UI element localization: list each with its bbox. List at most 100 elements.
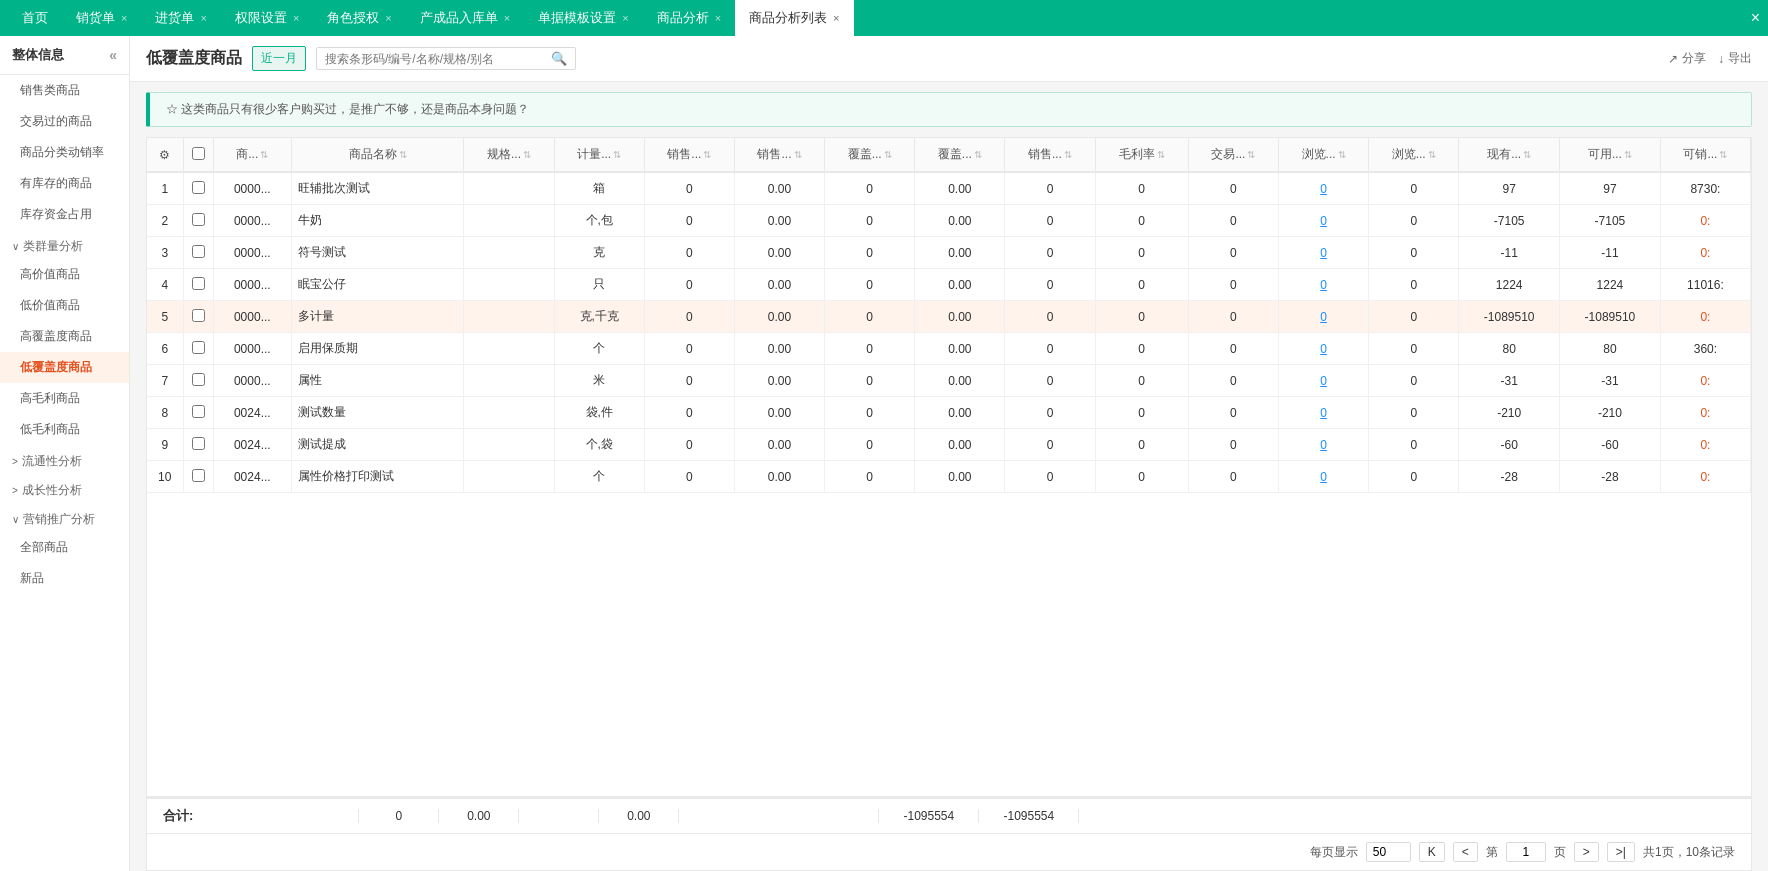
- col-sellable[interactable]: 可销...⇅: [1660, 138, 1750, 172]
- nav-tab-purchase[interactable]: 进货单 ×: [141, 0, 220, 36]
- cell-sale2: 0.00: [734, 397, 824, 429]
- cell-browse2: 0: [1369, 269, 1459, 301]
- cell-sellable: 0:: [1660, 365, 1750, 397]
- search-input[interactable]: [325, 52, 551, 66]
- last-page-btn[interactable]: >|: [1607, 842, 1635, 862]
- sidebar-group-marketing[interactable]: ∨ 营销推广分析: [0, 503, 129, 532]
- sidebar-item-traded-goods[interactable]: 交易过的商品: [0, 106, 129, 137]
- sidebar-item-high-margin[interactable]: 高毛利商品: [0, 383, 129, 414]
- sidebar-item-in-stock[interactable]: 有库存的商品: [0, 168, 129, 199]
- nav-tab-production[interactable]: 产成品入库单 ×: [406, 0, 524, 36]
- cell-no: 5: [147, 301, 183, 333]
- cell-browse1[interactable]: 0: [1278, 237, 1368, 269]
- row-checkbox[interactable]: [192, 437, 205, 450]
- nav-tab-purchase-close[interactable]: ×: [200, 12, 206, 24]
- cell-sale1: 0: [644, 333, 734, 365]
- sidebar-item-high-coverage[interactable]: 高覆盖度商品: [0, 321, 129, 352]
- time-filter-recent-month[interactable]: 近一月: [252, 46, 306, 71]
- nav-tab-template-close[interactable]: ×: [622, 12, 628, 24]
- select-all-checkbox[interactable]: [192, 147, 205, 160]
- page-unit: 页: [1554, 844, 1566, 861]
- sidebar-item-low-value[interactable]: 低价值商品: [0, 290, 129, 321]
- cell-browse1[interactable]: 0: [1278, 301, 1368, 333]
- col-unit[interactable]: 计量...⇅: [554, 138, 644, 172]
- nav-tab-template[interactable]: 单据模板设置 ×: [524, 0, 642, 36]
- sidebar-group-circulation[interactable]: > 流通性分析: [0, 445, 129, 474]
- col-sale3[interactable]: 销售...⇅: [1005, 138, 1095, 172]
- nav-tab-roles-close[interactable]: ×: [385, 12, 391, 24]
- cell-browse1[interactable]: 0: [1278, 333, 1368, 365]
- sidebar-item-high-value[interactable]: 高价值商品: [0, 259, 129, 290]
- cell-checkbox: [183, 172, 213, 205]
- cell-browse1[interactable]: 0: [1278, 429, 1368, 461]
- sidebar-collapse-btn[interactable]: «: [109, 47, 117, 63]
- nav-tab-permissions-close[interactable]: ×: [293, 12, 299, 24]
- col-settings[interactable]: ⚙: [147, 138, 183, 172]
- col-name[interactable]: 商品名称⇅: [292, 138, 464, 172]
- nav-tab-production-close[interactable]: ×: [504, 12, 510, 24]
- nav-tab-analysis-close[interactable]: ×: [715, 12, 721, 24]
- cell-browse1[interactable]: 0: [1278, 397, 1368, 429]
- close-all-tabs[interactable]: ×: [1751, 9, 1760, 27]
- sidebar-group-category[interactable]: ∨ 类群量分析: [0, 230, 129, 259]
- search-icon[interactable]: 🔍: [551, 51, 567, 66]
- col-cover2[interactable]: 覆盖...⇅: [915, 138, 1005, 172]
- nav-tab-sales[interactable]: 销货单 ×: [62, 0, 141, 36]
- nav-tab-roles[interactable]: 角色授权 ×: [313, 0, 405, 36]
- page-size-select[interactable]: 50 100 200: [1366, 842, 1411, 862]
- sidebar-item-all-goods[interactable]: 全部商品: [0, 532, 129, 563]
- row-checkbox[interactable]: [192, 309, 205, 322]
- col-sale2[interactable]: 销售...⇅: [734, 138, 824, 172]
- prev-page-btn[interactable]: <: [1453, 842, 1478, 862]
- sidebar-item-stock-capital[interactable]: 库存资金占用: [0, 199, 129, 230]
- cell-trade: 0: [1188, 365, 1278, 397]
- cell-browse1[interactable]: 0: [1278, 205, 1368, 237]
- cell-available: -7105: [1560, 205, 1661, 237]
- row-checkbox[interactable]: [192, 213, 205, 226]
- first-page-btn[interactable]: K: [1419, 842, 1445, 862]
- nav-tab-permissions[interactable]: 权限设置 ×: [221, 0, 313, 36]
- content-area: 低覆盖度商品 近一月 🔍 ↗ 分享 ↓ 导出 ☆ 这类商品只有很少客户购买过，是…: [130, 36, 1768, 871]
- row-checkbox[interactable]: [192, 341, 205, 354]
- cell-spec: [464, 429, 554, 461]
- export-button[interactable]: ↓ 导出: [1718, 50, 1752, 67]
- col-browse2[interactable]: 浏览...⇅: [1369, 138, 1459, 172]
- col-margin[interactable]: 毛利率⇅: [1095, 138, 1188, 172]
- nav-tab-analysis-list[interactable]: 商品分析列表 ×: [735, 0, 853, 36]
- footer-label: 合计:: [163, 807, 193, 825]
- col-cover1[interactable]: 覆盖...⇅: [825, 138, 915, 172]
- row-checkbox[interactable]: [192, 405, 205, 418]
- col-browse1[interactable]: 浏览...⇅: [1278, 138, 1368, 172]
- sidebar-item-sales-goods[interactable]: 销售类商品: [0, 75, 129, 106]
- row-checkbox[interactable]: [192, 373, 205, 386]
- cell-browse1[interactable]: 0: [1278, 172, 1368, 205]
- cell-checkbox: [183, 269, 213, 301]
- nav-tab-sales-close[interactable]: ×: [121, 12, 127, 24]
- row-checkbox[interactable]: [192, 245, 205, 258]
- cell-unit: 个: [554, 333, 644, 365]
- row-checkbox[interactable]: [192, 181, 205, 194]
- cell-browse1[interactable]: 0: [1278, 269, 1368, 301]
- row-checkbox[interactable]: [192, 469, 205, 482]
- share-button[interactable]: ↗ 分享: [1668, 50, 1706, 67]
- row-checkbox[interactable]: [192, 277, 205, 290]
- nav-tab-home[interactable]: 首页: [8, 0, 62, 36]
- cell-browse1[interactable]: 0: [1278, 461, 1368, 493]
- sidebar-item-category-rate[interactable]: 商品分类动销率: [0, 137, 129, 168]
- col-spec[interactable]: 规格...⇅: [464, 138, 554, 172]
- sidebar-group-growth[interactable]: > 成长性分析: [0, 474, 129, 503]
- sidebar-item-new-goods[interactable]: 新品: [0, 563, 129, 594]
- col-trade[interactable]: 交易...⇅: [1188, 138, 1278, 172]
- col-sale1[interactable]: 销售...⇅: [644, 138, 734, 172]
- col-current[interactable]: 现有...⇅: [1459, 138, 1560, 172]
- col-available[interactable]: 可用...⇅: [1560, 138, 1661, 172]
- nav-tab-analysis[interactable]: 商品分析 ×: [643, 0, 735, 36]
- cell-browse1[interactable]: 0: [1278, 365, 1368, 397]
- page-number-input[interactable]: [1506, 842, 1546, 862]
- nav-tab-analysis-list-close[interactable]: ×: [833, 12, 839, 24]
- next-page-btn[interactable]: >: [1574, 842, 1599, 862]
- sidebar-item-low-coverage[interactable]: 低覆盖度商品: [0, 352, 129, 383]
- sidebar-item-low-margin[interactable]: 低毛利商品: [0, 414, 129, 445]
- col-code[interactable]: 商...⇅: [213, 138, 292, 172]
- cell-no: 7: [147, 365, 183, 397]
